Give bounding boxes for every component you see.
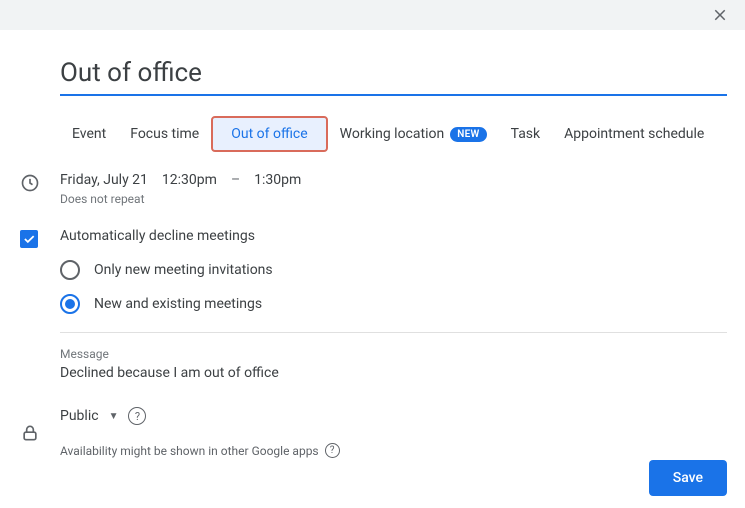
tab-working-location[interactable]: Working location NEW: [328, 116, 499, 152]
new-badge: NEW: [450, 127, 486, 142]
save-button[interactable]: Save: [649, 460, 727, 496]
radio-new-and-existing-label: New and existing meetings: [94, 296, 262, 312]
event-type-tabs: Event Focus time Out of office Working l…: [60, 116, 727, 152]
auto-decline-checkbox[interactable]: [20, 230, 38, 248]
lock-icon: [18, 422, 60, 443]
start-time: 12:30pm: [162, 172, 217, 188]
message-label: Message: [60, 347, 727, 361]
divider: [60, 332, 727, 333]
tab-event[interactable]: Event: [60, 116, 118, 152]
decline-radio-group: Only new meeting invitations New and exi…: [60, 260, 727, 314]
tab-focus-time[interactable]: Focus time: [118, 116, 211, 152]
tab-appointment-schedule[interactable]: Appointment schedule: [552, 116, 716, 152]
time-dash: –: [231, 172, 240, 188]
chevron-down-icon: ▼: [109, 411, 119, 422]
date-label: Friday, July 21: [60, 172, 148, 188]
auto-decline-label: Automatically decline meetings: [60, 228, 727, 244]
radio-icon: [60, 294, 80, 314]
close-icon[interactable]: [711, 6, 729, 28]
availability-note-text: Availability might be shown in other Goo…: [60, 444, 319, 458]
tab-working-location-label: Working location: [340, 126, 445, 142]
dialog-topbar: [0, 0, 745, 30]
radio-only-new-label: Only new meeting invitations: [94, 262, 273, 278]
checkbox-column: [18, 228, 60, 248]
message-text[interactable]: Declined because I am out of office: [60, 365, 727, 381]
event-title: Out of office: [60, 58, 727, 88]
clock-icon: [18, 172, 60, 193]
datetime-row[interactable]: Friday, July 21 12:30pm – 1:30pm: [60, 172, 727, 188]
visibility-select[interactable]: Public ▼: [60, 408, 118, 424]
radio-new-and-existing[interactable]: New and existing meetings: [60, 294, 727, 314]
tab-out-of-office[interactable]: Out of office: [211, 116, 327, 152]
tab-task[interactable]: Task: [499, 116, 553, 152]
end-time: 1:30pm: [254, 172, 301, 188]
help-icon[interactable]: ?: [325, 443, 340, 458]
title-input-wrap[interactable]: Out of office: [60, 58, 727, 96]
help-icon[interactable]: ?: [128, 407, 146, 425]
recurrence-label[interactable]: Does not repeat: [60, 192, 727, 206]
radio-only-new[interactable]: Only new meeting invitations: [60, 260, 727, 280]
radio-icon: [60, 260, 80, 280]
visibility-value: Public: [60, 408, 99, 424]
